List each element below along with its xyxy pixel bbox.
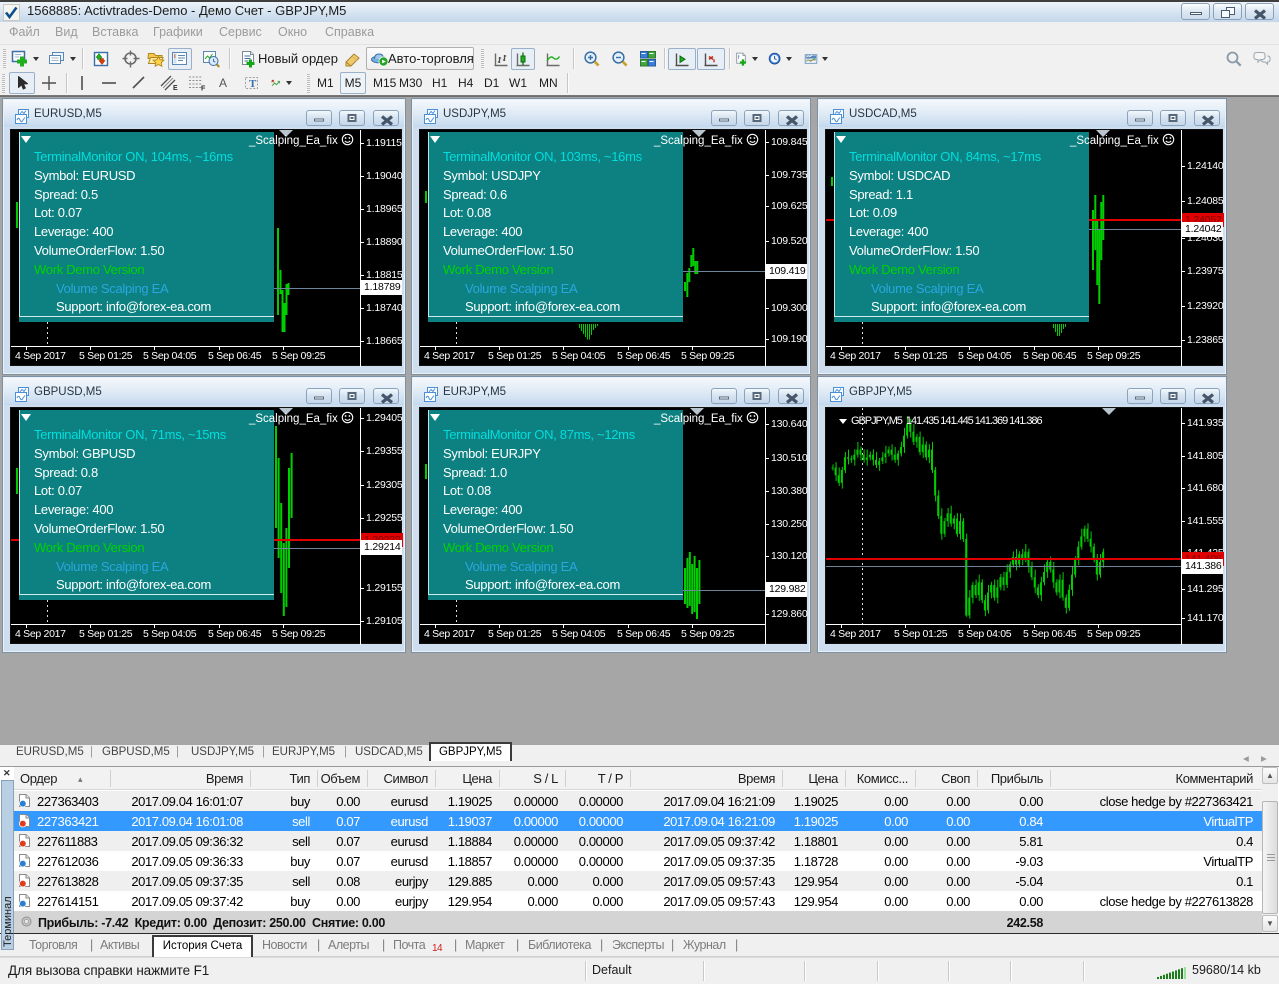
svg-text:A: A — [219, 76, 227, 90]
svg-text:E: E — [173, 85, 178, 92]
svg-text:T: T — [249, 78, 257, 90]
svg-text:F: F — [201, 86, 206, 93]
